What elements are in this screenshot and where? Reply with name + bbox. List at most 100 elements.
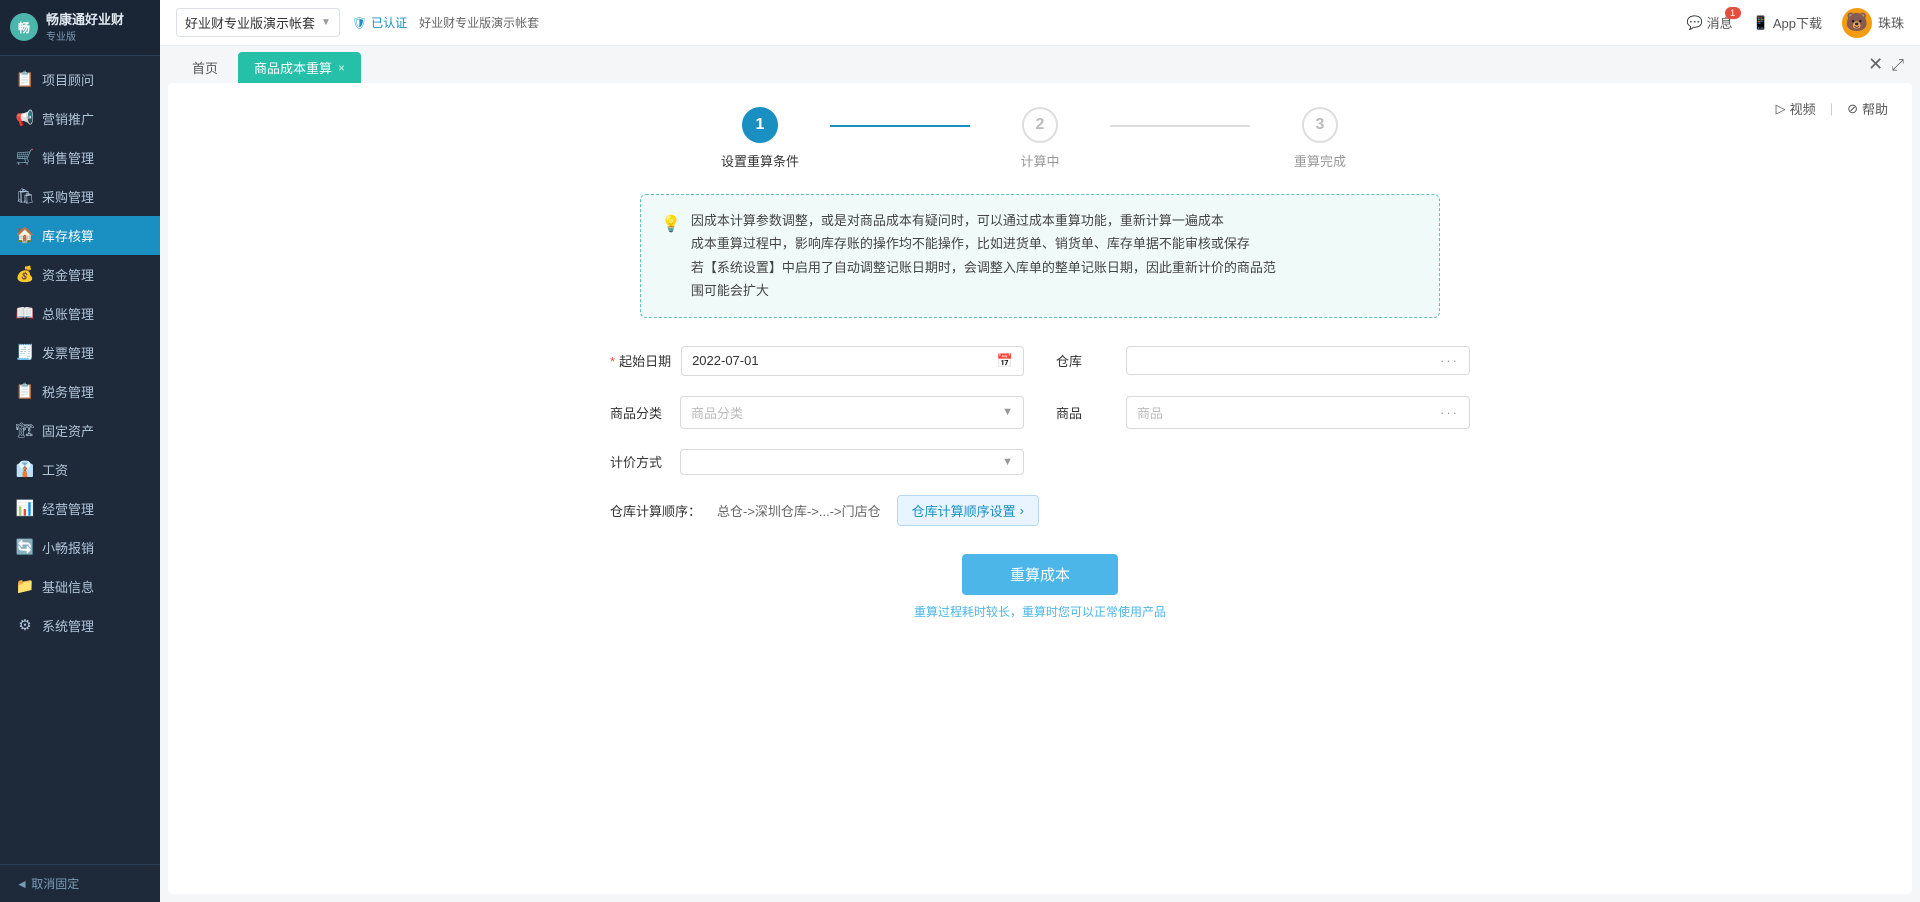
form-section: *起始日期 2022-07-01 📅 仓库 ···: [610, 346, 1470, 620]
start-date-input[interactable]: 2022-07-01 📅: [681, 346, 1024, 376]
project-icon: 📋: [16, 70, 34, 88]
submit-label: 重算成本: [1010, 567, 1070, 584]
sidebar-item-asset[interactable]: 🏗 固定资产: [0, 411, 160, 450]
more-icon[interactable]: ···: [1440, 353, 1459, 368]
warehouse-field: 仓库 ···: [1056, 346, 1470, 375]
sidebar-nav: 📋 项目顾问 📢 营销推广 🛒 销售管理 🛍 采购管理 🏠 库存核算 💰 资金管…: [0, 56, 160, 864]
sidebar-item-project[interactable]: 📋 项目顾问: [0, 60, 160, 99]
step-1: 1 设置重算条件: [690, 107, 830, 170]
account-name: 好业财专业版演示帐套: [185, 13, 315, 32]
sidebar-item-inventory[interactable]: 🏠 库存核算: [0, 216, 160, 255]
sidebar-label-expense: 小畅报销: [42, 538, 94, 557]
steps-connector-1: [830, 125, 970, 127]
sidebar-label-system: 系统管理: [42, 616, 94, 635]
sidebar-label-finance: 资金管理: [42, 265, 94, 284]
warehouse-input[interactable]: ···: [1126, 346, 1470, 375]
form-row-3: 计价方式 ▼: [610, 449, 1470, 475]
sidebar-subtitle: 专业版: [46, 28, 124, 43]
invoice-icon: 🧾: [16, 343, 34, 361]
account-selector[interactable]: 好业财专业版演示帐套 ▼: [176, 8, 340, 37]
sidebar-item-sales[interactable]: 🛒 销售管理: [0, 138, 160, 177]
sidebar-item-system[interactable]: ⚙ 系统管理: [0, 606, 160, 645]
message-button[interactable]: 💬 消息 1: [1686, 13, 1732, 32]
pricing-label: 计价方式: [610, 452, 670, 471]
sidebar-item-payroll[interactable]: 👔 工资: [0, 450, 160, 489]
content-area: ▷ 视频 | ⊘ 帮助 1 设置重算条件 2 计算中: [168, 83, 1912, 894]
calc-order-btn-label: 仓库计算顺序设置: [912, 501, 1016, 520]
asset-icon: 🏗: [16, 421, 34, 439]
sidebar-item-finance[interactable]: 💰 资金管理: [0, 255, 160, 294]
user-profile-button[interactable]: 🐻 珠珠: [1842, 8, 1904, 38]
expense-icon: 🔄: [16, 538, 34, 556]
finance-icon: 💰: [16, 265, 34, 283]
tab-close-icon[interactable]: ×: [338, 61, 345, 75]
panel-expand-button[interactable]: ⤢: [1891, 57, 1904, 75]
step-3-circle: 3: [1302, 107, 1338, 143]
sidebar-item-operation[interactable]: 📊 经营管理: [0, 489, 160, 528]
user-avatar: 🐻: [1842, 8, 1872, 38]
goods-input[interactable]: 商品 ···: [1126, 396, 1470, 429]
category-label: 商品分类: [610, 403, 670, 422]
category-select[interactable]: 商品分类 ▼: [680, 396, 1024, 429]
step-2-circle: 2: [1022, 107, 1058, 143]
info-box: 💡 因成本计算参数调整，或是对商品成本有疑问时，可以通过成本重算功能，重新计算一…: [640, 194, 1440, 318]
sidebar-label-invoice: 发票管理: [42, 343, 94, 362]
tab-cost-recalc[interactable]: 商品成本重算 ×: [238, 52, 361, 83]
sidebar-item-marketing[interactable]: 📢 营销推广: [0, 99, 160, 138]
step-2-label: 计算中: [1020, 151, 1059, 170]
recalculate-button[interactable]: 重算成本: [962, 554, 1118, 595]
submit-hint: 重算过程耗时较长，重算时您可以正常使用产品: [610, 603, 1470, 620]
play-icon: ▷: [1776, 101, 1786, 117]
goods-field: 商品 商品 ···: [1056, 396, 1470, 429]
accounting-icon: 📖: [16, 304, 34, 322]
sidebar-label-payroll: 工资: [42, 460, 68, 479]
chevron-down-icon: ▼: [321, 17, 331, 28]
sidebar-footer[interactable]: ◄ 取消固定: [0, 864, 160, 902]
sidebar: 畅 畅康通好业财 专业版 📋 项目顾问 📢 营销推广 🛒 销售管理 🛍 采购管理…: [0, 0, 160, 902]
sidebar-item-accounting[interactable]: 📖 总账管理: [0, 294, 160, 333]
sidebar-item-tax[interactable]: 📋 税务管理: [0, 372, 160, 411]
question-icon: ⊘: [1847, 101, 1858, 117]
video-help-button[interactable]: ▷ 视频: [1776, 99, 1816, 118]
steps-indicator: 1 设置重算条件 2 计算中 3 重算完成: [690, 107, 1390, 170]
required-marker: *: [610, 354, 615, 369]
start-date-field: *起始日期 2022-07-01 📅: [610, 346, 1024, 376]
panel-close-button[interactable]: ✕: [1868, 54, 1883, 75]
sidebar-item-basic[interactable]: 📁 基础信息: [0, 567, 160, 606]
tab-home[interactable]: 首页: [176, 52, 234, 83]
sidebar-label-project: 项目顾问: [42, 70, 94, 89]
purchase-icon: 🛍: [16, 187, 34, 205]
start-date-value: 2022-07-01: [692, 353, 759, 368]
sidebar-title: 畅康通好业财: [46, 12, 124, 28]
sidebar-footer-label: ◄ 取消固定: [16, 875, 79, 892]
tax-icon: 📋: [16, 382, 34, 400]
step-1-circle: 1: [742, 107, 778, 143]
step-3: 3 重算完成: [1250, 107, 1390, 170]
sidebar-label-sales: 销售管理: [42, 148, 94, 167]
step-3-label: 重算完成: [1294, 151, 1346, 170]
sidebar-item-invoice[interactable]: 🧾 发票管理: [0, 333, 160, 372]
chevron-right-icon: ›: [1020, 503, 1024, 518]
app-download-button[interactable]: 📱 App下载: [1753, 13, 1822, 32]
calc-order-settings-button[interactable]: 仓库计算顺序设置 ›: [897, 495, 1039, 526]
basic-icon: 📁: [16, 577, 34, 595]
more-icon-goods[interactable]: ···: [1440, 405, 1459, 420]
steps-connector-2: [1110, 125, 1250, 127]
sidebar-item-expense[interactable]: 🔄 小畅报销: [0, 528, 160, 567]
user-name: 珠珠: [1878, 13, 1904, 32]
calc-order-row: 仓库计算顺序： 总仓->深圳仓库->...->门店仓 仓库计算顺序设置 ›: [610, 495, 1470, 526]
calendar-icon[interactable]: 📅: [997, 353, 1013, 369]
help-button[interactable]: ⊘ 帮助: [1847, 99, 1888, 118]
tab-home-label: 首页: [192, 61, 218, 76]
sidebar-item-purchase[interactable]: 🛍 采购管理: [0, 177, 160, 216]
start-date-label: *起始日期: [610, 351, 671, 370]
pricing-field: 计价方式 ▼: [610, 449, 1024, 475]
goods-label: 商品: [1056, 403, 1116, 422]
sidebar-header: 畅 畅康通好业财 专业版: [0, 0, 160, 56]
topbar-right: 💬 消息 1 📱 App下载 🐻 珠珠: [1686, 8, 1904, 38]
sidebar-label-tax: 税务管理: [42, 382, 94, 401]
video-label: 视频: [1790, 99, 1816, 118]
pricing-select[interactable]: ▼: [680, 449, 1024, 475]
calc-order-value: 总仓->深圳仓库->...->门店仓: [717, 501, 881, 520]
form-row-2: 商品分类 商品分类 ▼ 商品 商品 ···: [610, 396, 1470, 429]
